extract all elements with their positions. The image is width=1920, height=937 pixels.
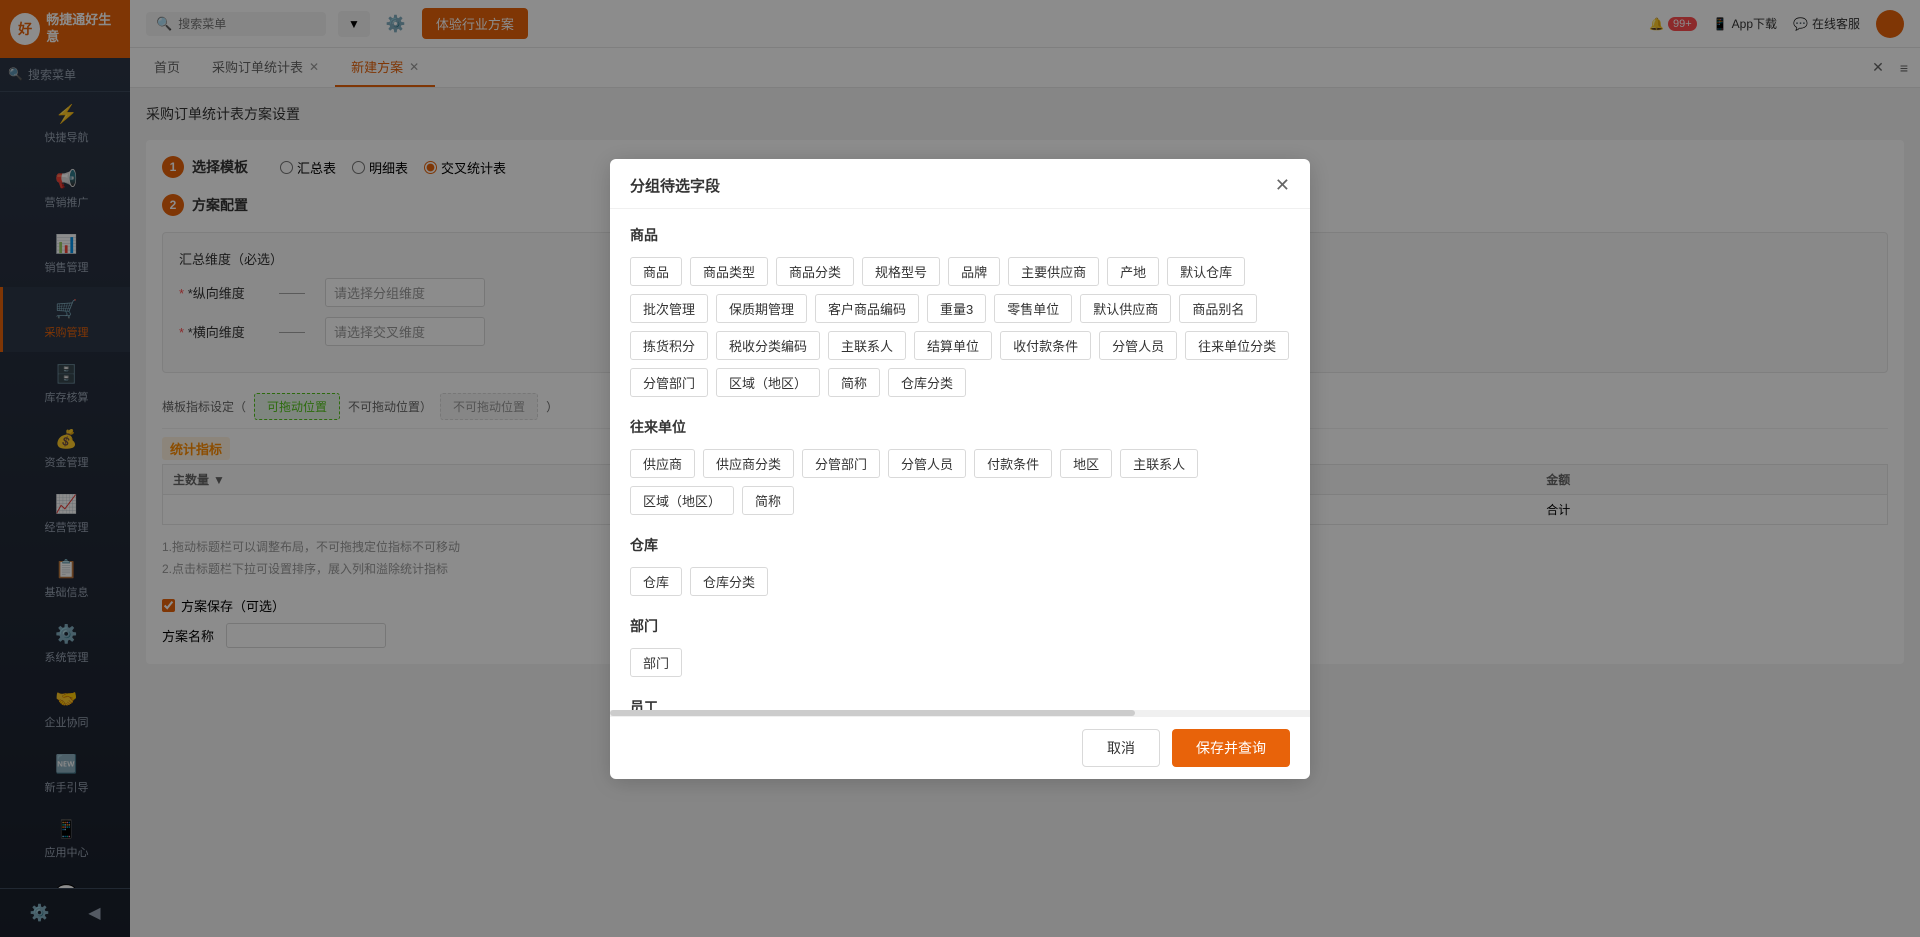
field-chips-0: 商品商品类型商品分类规格型号品牌主要供应商产地默认仓库批次管理保质期管理客户商品… (630, 257, 1290, 397)
field-chip-2-1[interactable]: 仓库分类 (690, 567, 768, 596)
field-chip-0-23[interactable]: 区域（地区） (716, 368, 820, 397)
horizontal-scrollbar[interactable] (610, 710, 1310, 716)
field-chip-0-24[interactable]: 简称 (828, 368, 880, 397)
field-chip-2-0[interactable]: 仓库 (630, 567, 682, 596)
field-section-3: 部门部门 (630, 616, 1290, 677)
field-chip-0-18[interactable]: 结算单位 (914, 331, 992, 360)
field-chip-0-4[interactable]: 品牌 (948, 257, 1000, 286)
modal-body: 商品商品商品类型商品分类规格型号品牌主要供应商产地默认仓库批次管理保质期管理客户… (610, 209, 1310, 710)
field-chip-0-13[interactable]: 默认供应商 (1080, 294, 1171, 323)
field-chip-0-1[interactable]: 商品类型 (690, 257, 768, 286)
field-section-2: 仓库仓库仓库分类 (630, 535, 1290, 596)
field-chip-0-3[interactable]: 规格型号 (862, 257, 940, 286)
field-chip-0-0[interactable]: 商品 (630, 257, 682, 286)
field-chip-0-17[interactable]: 主联系人 (828, 331, 906, 360)
field-chip-1-4[interactable]: 付款条件 (974, 449, 1052, 478)
field-chips-2: 仓库仓库分类 (630, 567, 1290, 596)
field-chip-0-6[interactable]: 产地 (1107, 257, 1159, 286)
field-section-title-3: 部门 (630, 616, 1290, 636)
field-chip-0-5[interactable]: 主要供应商 (1008, 257, 1099, 286)
field-chip-0-14[interactable]: 商品别名 (1179, 294, 1257, 323)
field-chips-1: 供应商供应商分类分管部门分管人员付款条件地区主联系人区域（地区） 简称 (630, 449, 1290, 515)
field-section-4: 员工业务员 (630, 697, 1290, 710)
field-section-1: 往来单位供应商供应商分类分管部门分管人员付款条件地区主联系人区域（地区） 简称 (630, 417, 1290, 515)
field-chip-3-0[interactable]: 部门 (630, 648, 682, 677)
field-section-title-1: 往来单位 (630, 417, 1290, 437)
cancel-button[interactable]: 取消 (1082, 729, 1160, 767)
field-chip-0-25[interactable]: 仓库分类 (888, 368, 966, 397)
field-chip-0-20[interactable]: 分管人员 (1099, 331, 1177, 360)
field-section-title-0: 商品 (630, 225, 1290, 245)
field-chip-1-3[interactable]: 分管人员 (888, 449, 966, 478)
field-chip-0-10[interactable]: 客户商品编码 (815, 294, 919, 323)
field-chip-0-19[interactable]: 收付款条件 (1000, 331, 1091, 360)
modal-footer-buttons: 取消 保存并查询 (1082, 729, 1290, 767)
field-select-modal: 分组待选字段 ✕ 商品商品商品类型商品分类规格型号品牌主要供应商产地默认仓库批次… (610, 159, 1310, 779)
field-chip-1-7[interactable]: 区域（地区） (630, 486, 734, 515)
field-chip-0-22[interactable]: 分管部门 (630, 368, 708, 397)
field-chip-1-2[interactable]: 分管部门 (802, 449, 880, 478)
field-section-0: 商品商品商品类型商品分类规格型号品牌主要供应商产地默认仓库批次管理保质期管理客户… (630, 225, 1290, 397)
field-chip-0-11[interactable]: 重量3 (927, 294, 986, 323)
modal-header: 分组待选字段 ✕ (610, 159, 1310, 209)
field-chip-1-6[interactable]: 主联系人 (1120, 449, 1198, 478)
modal-title: 分组待选字段 (630, 175, 720, 196)
field-chip-0-2[interactable]: 商品分类 (776, 257, 854, 286)
field-chip-1-8[interactable]: 简称 (742, 486, 794, 515)
field-chip-0-8[interactable]: 批次管理 (630, 294, 708, 323)
field-chip-1-1[interactable]: 供应商分类 (703, 449, 794, 478)
confirm-button[interactable]: 保存并查询 (1172, 729, 1290, 767)
horizontal-scrollbar-thumb[interactable] (610, 710, 1135, 716)
field-chip-0-21[interactable]: 往来单位分类 (1185, 331, 1289, 360)
field-section-title-2: 仓库 (630, 535, 1290, 555)
modal-footer: 取消 保存并查询 (610, 716, 1310, 779)
modal-close-btn[interactable]: ✕ (1275, 175, 1290, 196)
field-chip-1-0[interactable]: 供应商 (630, 449, 695, 478)
field-chip-0-15[interactable]: 拣货积分 (630, 331, 708, 360)
field-chip-0-16[interactable]: 税收分类编码 (716, 331, 820, 360)
field-chips-3: 部门 (630, 648, 1290, 677)
field-chip-1-5[interactable]: 地区 (1060, 449, 1112, 478)
field-chip-0-7[interactable]: 默认仓库 (1167, 257, 1245, 286)
field-chip-0-9[interactable]: 保质期管理 (716, 294, 807, 323)
field-chip-0-12[interactable]: 零售单位 (994, 294, 1072, 323)
field-section-title-4: 员工 (630, 697, 1290, 710)
